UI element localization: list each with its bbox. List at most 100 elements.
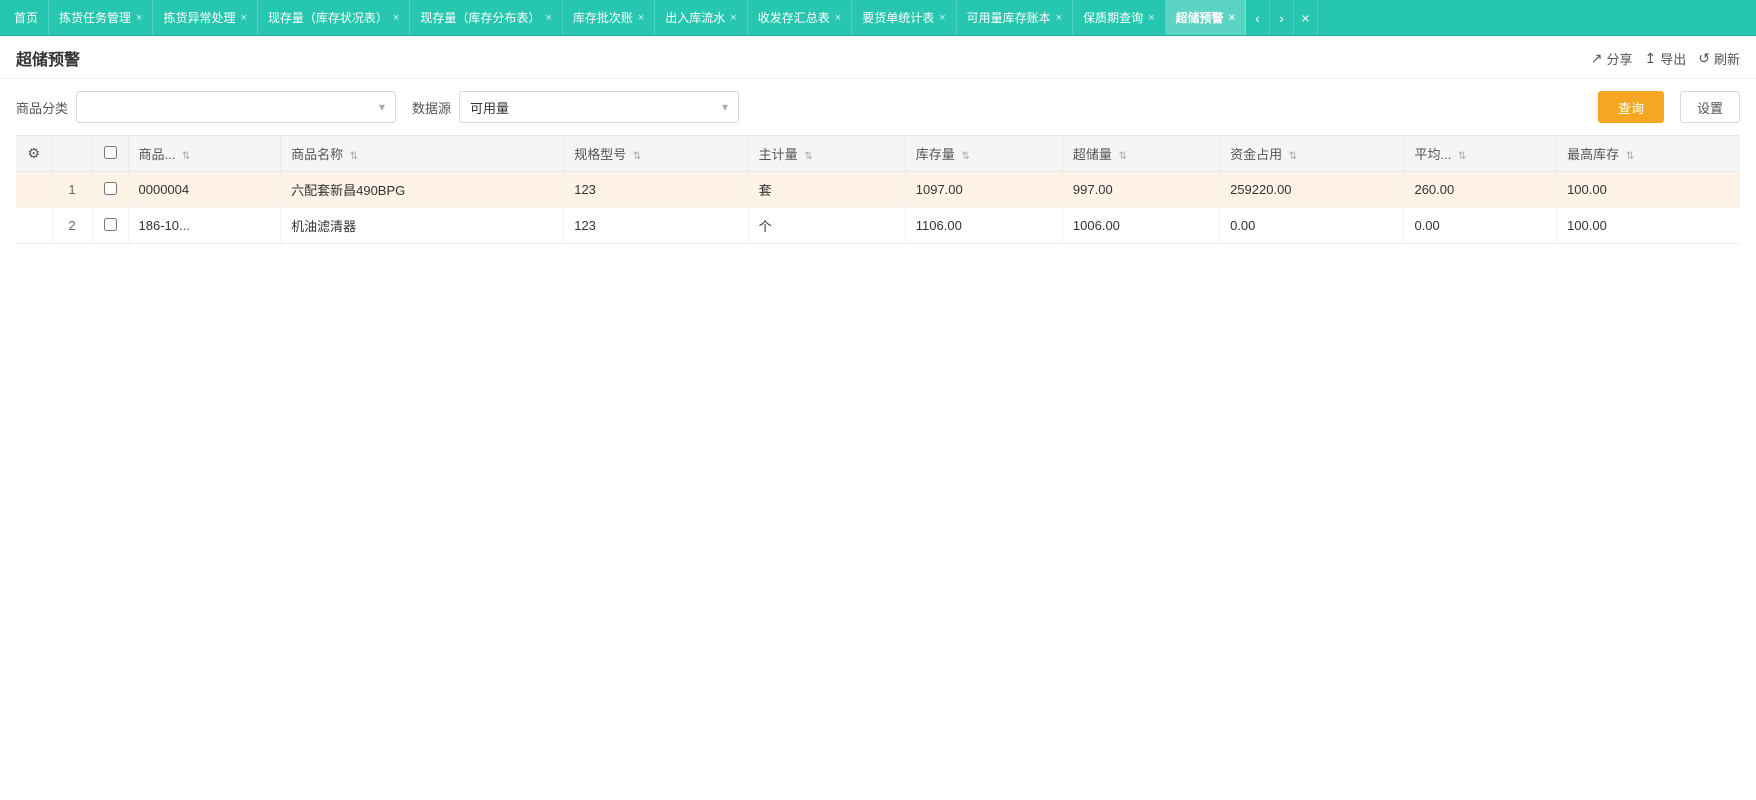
header-actions: ↗ 分享 ↥ 导出 ↺ 刷新 [1591, 49, 1740, 68]
row-max-stock-2: 100.00 [1557, 208, 1740, 244]
row-capital-2: 0.00 [1220, 208, 1404, 244]
nav-tab-stock-status[interactable]: 现存量（库存状况表） × [258, 0, 410, 36]
query-button[interactable]: 查询 [1598, 91, 1664, 123]
row-capital-1: 259220.00 [1220, 172, 1404, 208]
row-avg-1: 260.00 [1404, 172, 1557, 208]
setting-button[interactable]: 设置 [1680, 91, 1740, 123]
page-header: 超储预警 ↗ 分享 ↥ 导出 ↺ 刷新 [0, 36, 1756, 79]
nav-tab-stock-batch[interactable]: 库存批次账 × [563, 0, 655, 36]
row-checkbox-2[interactable] [104, 218, 117, 231]
category-label: 商品分类 [16, 98, 68, 117]
close-order-stats[interactable]: × [939, 12, 945, 24]
th-checkbox [92, 136, 128, 172]
nav-tab-collect-summary[interactable]: 收发存汇总表 × [748, 0, 852, 36]
close-quality-check[interactable]: × [1148, 12, 1154, 24]
nav-arrow-close[interactable]: × [1294, 0, 1318, 36]
close-avail-stock[interactable]: × [1056, 12, 1062, 24]
sort-icon-spec: ⇅ [633, 151, 641, 162]
datasource-select-value: 可用量 [470, 98, 509, 117]
sort-icon-max-stock: ⇅ [1626, 151, 1634, 162]
row-num-2: 2 [52, 208, 92, 244]
close-stock-dist[interactable]: × [545, 12, 551, 24]
sort-icon-product-name: ⇅ [350, 151, 358, 162]
nav-tab-order-stats[interactable]: 要货单统计表 × [852, 0, 956, 36]
select-all-checkbox[interactable] [104, 146, 117, 159]
close-inout-flow[interactable]: × [730, 12, 736, 24]
row-unit-2: 个 [748, 208, 905, 244]
row-stock-1: 1097.00 [905, 172, 1062, 208]
nav-tab-task-mgmt[interactable]: 拣货任务管理 × [49, 0, 153, 36]
category-chevron-icon: ▾ [379, 100, 385, 114]
category-select[interactable]: ▾ [76, 91, 396, 123]
th-product-name[interactable]: 商品名称 ⇅ [281, 136, 564, 172]
row-avg-2: 0.00 [1404, 208, 1557, 244]
nav-tab-quality-check[interactable]: 保质期查询 × [1073, 0, 1165, 36]
share-icon: ↗ [1591, 50, 1603, 67]
sort-icon-overstock: ⇅ [1119, 151, 1127, 162]
th-unit[interactable]: 主计量 ⇅ [748, 136, 905, 172]
sort-icon-unit: ⇅ [804, 151, 812, 162]
nav-tab-abnormal[interactable]: 拣货异常处理 × [153, 0, 257, 36]
overstock-table: ⚙ 商品... ⇅ 商品名称 ⇅ 规格型号 ⇅ [16, 135, 1740, 244]
row-checkbox-cell-1 [92, 172, 128, 208]
th-max-stock[interactable]: 最高库存 ⇅ [1557, 136, 1740, 172]
row-spec-2: 123 [564, 208, 748, 244]
close-collect-summary[interactable]: × [835, 12, 841, 24]
row-product-name-2: 机油滤清器 [281, 208, 564, 244]
th-stock[interactable]: 库存量 ⇅ [905, 136, 1062, 172]
row-checkbox-1[interactable] [104, 182, 117, 195]
close-stock-status[interactable]: × [393, 12, 399, 24]
sort-icon-product-code: ⇅ [182, 151, 190, 162]
sort-icon-stock: ⇅ [961, 151, 969, 162]
th-capital[interactable]: 资金占用 ⇅ [1220, 136, 1404, 172]
category-filter-group: 商品分类 ▾ [16, 91, 396, 123]
page-title: 超储预警 [16, 46, 80, 70]
export-button[interactable]: ↥ 导出 [1645, 49, 1687, 68]
datasource-select[interactable]: 可用量 ▾ [459, 91, 739, 123]
nav-tab-stock-dist[interactable]: 现存量（库存分布表） × [410, 0, 562, 36]
top-nav: 首页 拣货任务管理 × 拣货异常处理 × 现存量（库存状况表） × 现存量（库存… [0, 0, 1756, 36]
table-row: 2 186-10... 机油滤清器 123 个 1106.00 1006.00 … [16, 208, 1740, 244]
table-container: ⚙ 商品... ⇅ 商品名称 ⇅ 规格型号 ⇅ [0, 135, 1756, 244]
sort-icon-capital: ⇅ [1289, 151, 1297, 162]
th-num [52, 136, 92, 172]
share-button[interactable]: ↗ 分享 [1591, 49, 1633, 68]
row-product-name-1: 六配套新昌490BPG [281, 172, 564, 208]
row-unit-1: 套 [748, 172, 905, 208]
th-avg[interactable]: 平均... ⇅ [1404, 136, 1557, 172]
row-max-stock-1: 100.00 [1557, 172, 1740, 208]
th-spec[interactable]: 规格型号 ⇅ [564, 136, 748, 172]
close-abnormal[interactable]: × [240, 12, 246, 24]
row-overstock-1: 997.00 [1062, 172, 1219, 208]
table-header-row: ⚙ 商品... ⇅ 商品名称 ⇅ 规格型号 ⇅ [16, 136, 1740, 172]
close-stock-batch[interactable]: × [638, 12, 644, 24]
th-product-code[interactable]: 商品... ⇅ [128, 136, 281, 172]
th-overstock[interactable]: 超储量 ⇅ [1062, 136, 1219, 172]
row-overstock-2: 1006.00 [1062, 208, 1219, 244]
gear-icon[interactable]: ⚙ [27, 145, 40, 161]
nav-tab-overstock-alert[interactable]: 超储预警 × [1166, 0, 1246, 36]
row-checkbox-cell-2 [92, 208, 128, 244]
row-gear-cell [16, 208, 52, 244]
datasource-chevron-icon: ▾ [722, 100, 728, 114]
nav-arrow-right[interactable]: › [1270, 0, 1294, 36]
close-overstock-alert[interactable]: × [1229, 12, 1235, 24]
filter-bar: 商品分类 ▾ 数据源 可用量 ▾ 查询 设置 [0, 79, 1756, 135]
row-gear-cell [16, 172, 52, 208]
row-stock-2: 1106.00 [905, 208, 1062, 244]
refresh-icon: ↺ [1698, 50, 1710, 67]
nav-tab-home[interactable]: 首页 [4, 0, 49, 36]
export-icon: ↥ [1645, 50, 1657, 67]
close-task-mgmt[interactable]: × [136, 12, 142, 24]
datasource-filter-group: 数据源 可用量 ▾ [412, 91, 739, 123]
row-product-code-1: 0000004 [128, 172, 281, 208]
th-gear: ⚙ [16, 136, 52, 172]
row-num-1: 1 [52, 172, 92, 208]
row-product-code-2: 186-10... [128, 208, 281, 244]
refresh-button[interactable]: ↺ 刷新 [1698, 49, 1740, 68]
table-row: 1 0000004 六配套新昌490BPG 123 套 1097.00 997.… [16, 172, 1740, 208]
nav-arrow-left[interactable]: ‹ [1246, 0, 1270, 36]
nav-tab-inout-flow[interactable]: 出入库流水 × [655, 0, 747, 36]
row-spec-1: 123 [564, 172, 748, 208]
nav-tab-avail-stock[interactable]: 可用量库存账本 × [957, 0, 1073, 36]
